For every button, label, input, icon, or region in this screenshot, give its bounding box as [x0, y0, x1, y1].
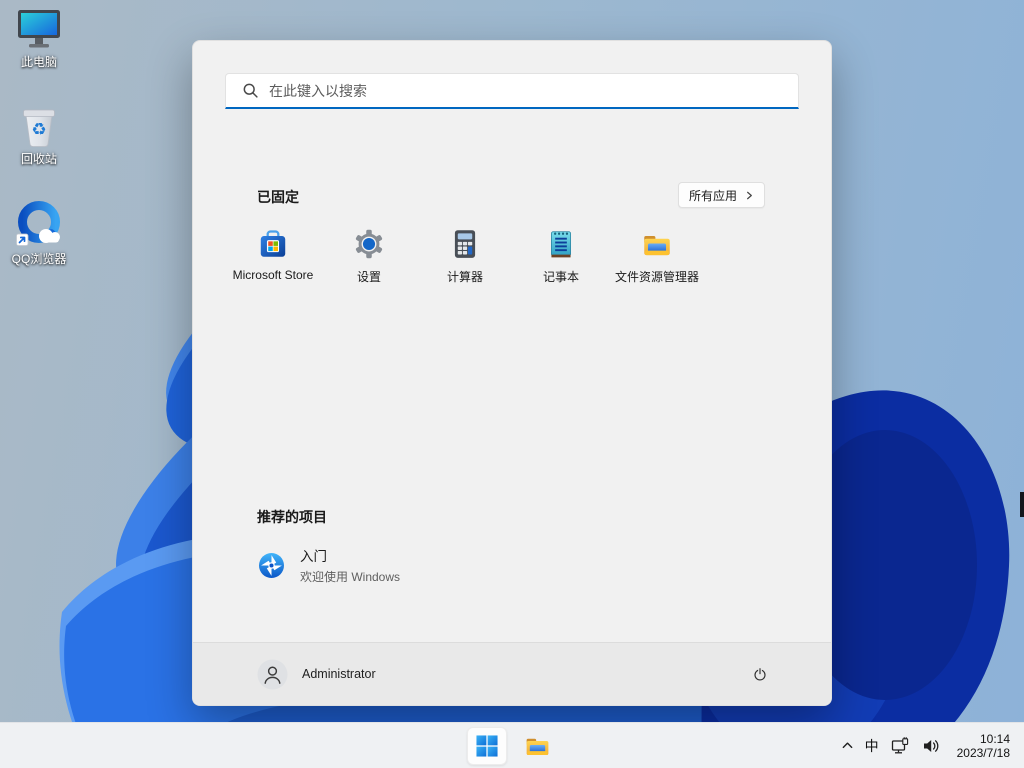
app-tile-notepad[interactable]: 记事本	[513, 227, 609, 287]
app-tile-label: 记事本	[542, 270, 579, 284]
desktop-icon-label: 此电脑	[20, 55, 57, 69]
desktop-icon-qq-browser[interactable]: QQ浏览器	[2, 199, 76, 266]
file-explorer-icon	[644, 236, 670, 256]
windows-logo-icon	[476, 734, 498, 757]
start-button[interactable]	[467, 726, 507, 765]
app-tile-label: 计算器	[446, 270, 483, 284]
user-account-button[interactable]: Administrator	[257, 658, 376, 690]
taskbar-center	[467, 726, 557, 765]
user-name-label: Administrator	[302, 667, 376, 681]
app-tile-file-explorer[interactable]: 文件资源管理器	[609, 227, 705, 287]
taskbar-clock[interactable]: 10:14 2023/7/18	[957, 732, 1010, 760]
recycle-bin-icon: ♻	[23, 109, 55, 147]
taskbar-file-explorer-button[interactable]	[517, 727, 557, 765]
tray-overflow-button[interactable]	[841, 739, 854, 752]
recommended-item-get-started[interactable]: 入门 欢迎使用 Windows	[245, 539, 412, 591]
power-icon	[754, 668, 766, 681]
notepad-icon	[551, 231, 571, 258]
this-pc-icon	[18, 10, 60, 48]
chevron-right-icon	[747, 191, 752, 199]
recommended-item-title: 入门	[300, 549, 327, 564]
network-button[interactable]	[890, 736, 910, 756]
user-avatar-icon	[257, 658, 288, 690]
ime-indicator[interactable]: 中	[865, 736, 879, 756]
app-tile-label: 设置	[356, 270, 381, 284]
start-search-box[interactable]	[225, 73, 799, 109]
power-button[interactable]	[745, 659, 775, 689]
app-tile-microsoft-store[interactable]: Microsoft Store	[225, 227, 321, 287]
app-tile-label: Microsoft Store	[232, 268, 314, 282]
file-explorer-icon	[526, 738, 548, 756]
search-input[interactable]	[269, 82, 786, 99]
svg-text:♻: ♻	[31, 120, 46, 140]
start-menu-panel: 已固定 所有应用 Microsoft Store	[192, 40, 832, 706]
system-tray: 中 10:14 2023/7/18	[841, 723, 1024, 768]
pinned-apps-grid: Microsoft Store 设置 计算器 记事本 文件资源管理器	[225, 187, 705, 287]
start-menu-footer: Administrator	[193, 642, 831, 705]
settings-gear-icon	[355, 229, 383, 259]
clock-date: 2023/7/18	[956, 745, 1010, 760]
search-icon	[243, 83, 258, 98]
app-tile-settings[interactable]: 设置	[321, 227, 417, 287]
qq-browser-icon	[16, 201, 60, 246]
recommended-section-title: 推荐的项目	[257, 509, 327, 525]
speaker-icon	[923, 739, 939, 752]
get-started-icon	[258, 552, 285, 578]
calculator-icon	[454, 230, 476, 258]
app-tile-label: 文件资源管理器	[614, 270, 699, 284]
desktop-icon-this-pc[interactable]: 此电脑	[2, 8, 76, 69]
taskbar: 中 10:14 2023/7/18	[0, 722, 1024, 768]
desktop-icon-label: QQ浏览器	[11, 252, 67, 266]
desktop-icon-label: 回收站	[20, 152, 57, 166]
desktop: 此电脑 ♻ 回收站 QQ浏览器 在此键入以搜索 已固定 所有应用 Microso…	[0, 0, 1024, 768]
volume-button[interactable]	[921, 736, 941, 756]
screen-edge-mark	[1020, 492, 1024, 517]
recommended-item-subtitle: 欢迎使用 Windows	[300, 570, 401, 584]
desktop-icon-recycle-bin[interactable]: ♻ 回收站	[2, 103, 76, 166]
recommended-item-text: 入门 欢迎使用 Windows	[300, 545, 400, 585]
clock-time: 10:14	[979, 731, 1010, 746]
chevron-up-icon	[842, 742, 852, 749]
microsoft-store-icon	[260, 230, 286, 257]
ethernet-network-icon	[891, 736, 908, 753]
app-tile-calculator[interactable]: 计算器	[417, 227, 513, 287]
